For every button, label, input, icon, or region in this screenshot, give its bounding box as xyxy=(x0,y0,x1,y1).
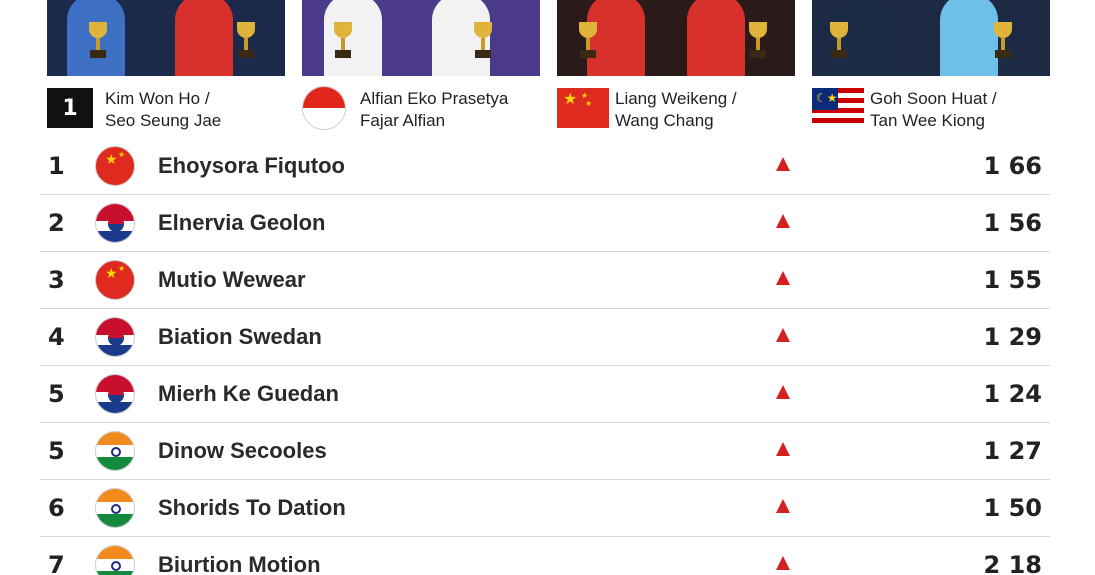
points-value: 1 29 xyxy=(983,323,1042,351)
rank-number: 6 xyxy=(48,494,65,522)
player-name: Dinow Secooles xyxy=(158,438,327,463)
trophy-icon xyxy=(830,22,848,62)
player-name: Mierh Ke Guedan xyxy=(158,381,339,406)
player-name: Ehoysora Fiqutoo xyxy=(158,153,345,178)
rank-number: 1 xyxy=(48,152,65,180)
rank-number: 5 xyxy=(48,437,65,465)
points-value: 2 18 xyxy=(983,551,1042,575)
podium-photo-1 xyxy=(47,0,285,76)
player-name: Tan Wee Kiong xyxy=(870,111,985,130)
player-figure xyxy=(324,0,382,76)
points-value: 1 24 xyxy=(983,380,1042,408)
player-name: Shorids To Dation xyxy=(158,495,346,520)
player-name: Wang Chang xyxy=(615,111,714,130)
player-name: Biurtion Motion xyxy=(158,552,321,575)
trophy-icon xyxy=(237,22,255,62)
podium-rank-badge: 1 xyxy=(47,88,93,128)
indonesia-flag-icon xyxy=(302,86,346,130)
trend-up-icon xyxy=(776,556,790,570)
rankings-list: 1 ★ ★ Ehoysora Fiqutoo 1 66 2 Elnervia Ge… xyxy=(40,138,1050,575)
ranking-row[interactable]: 1 ★ ★ Ehoysora Fiqutoo 1 66 xyxy=(40,138,1050,195)
podium-card-1[interactable]: 1 Kim Won Ho / Seo Seung Jae xyxy=(47,0,287,130)
podium-names: Liang Weikeng / Wang Chang xyxy=(615,88,737,132)
podium-card-2[interactable]: Alfian Eko Prasetya Fajar Alfian xyxy=(302,0,542,130)
podium-photo-3 xyxy=(557,0,795,76)
rank-number: 3 xyxy=(48,266,65,294)
rank-number: 7 xyxy=(48,551,65,575)
player-figure xyxy=(687,0,745,76)
rank-number: 4 xyxy=(48,323,65,351)
korea-flag-icon xyxy=(95,203,135,243)
trophy-icon xyxy=(994,22,1012,62)
trend-up-icon xyxy=(776,328,790,342)
player-figure xyxy=(175,0,233,76)
trophy-icon xyxy=(749,22,767,62)
player-name: Elnervia Geolon xyxy=(158,210,326,235)
ranking-row[interactable]: 5 Mierh Ke Guedan 1 24 xyxy=(40,366,1050,423)
player-name: Seo Seung Jae xyxy=(105,111,222,130)
rank-number: 5 xyxy=(48,380,65,408)
trophy-icon xyxy=(474,22,492,62)
podium-names: Alfian Eko Prasetya Fajar Alfian xyxy=(360,88,508,132)
trophy-icon xyxy=(579,22,597,62)
ranking-row[interactable]: 3 ★ ★ Mutio Wewear 1 55 xyxy=(40,252,1050,309)
podium-card-3[interactable]: ★ ★ ★ Liang Weikeng / Wang Chang xyxy=(557,0,797,130)
player-name: Kim Won Ho / xyxy=(105,89,210,108)
ranking-row[interactable]: 4 Biation Swedan 1 29 xyxy=(40,309,1050,366)
rank-number: 2 xyxy=(48,209,65,237)
player-name: Biation Swedan xyxy=(158,324,322,349)
player-name: Mutio Wewear xyxy=(158,267,306,292)
podium-card-4[interactable]: ☾★ Goh Soon Huat / Tan Wee Kiong xyxy=(812,0,1052,130)
podium-names: Goh Soon Huat / Tan Wee Kiong xyxy=(870,88,997,132)
trend-up-icon xyxy=(776,499,790,513)
trend-up-icon xyxy=(776,442,790,456)
india-flag-icon xyxy=(95,545,135,575)
trend-up-icon xyxy=(776,214,790,228)
podium-header: 1 Kim Won Ho / Seo Seung Jae Alfian Eko … xyxy=(0,0,1095,140)
player-name: Goh Soon Huat / xyxy=(870,89,997,108)
trophy-icon xyxy=(89,22,107,62)
ranking-row[interactable]: 7 Biurtion Motion 2 18 xyxy=(40,537,1050,575)
trend-up-icon xyxy=(776,157,790,171)
points-value: 1 66 xyxy=(983,152,1042,180)
trend-up-icon xyxy=(776,385,790,399)
china-flag-icon: ★ ★ ★ xyxy=(557,88,609,128)
china-flag-icon: ★ ★ xyxy=(95,146,135,186)
points-value: 1 56 xyxy=(983,209,1042,237)
player-name: Liang Weikeng / xyxy=(615,89,737,108)
points-value: 1 27 xyxy=(983,437,1042,465)
china-flag-icon: ★ ★ xyxy=(95,260,135,300)
podium-photo-2 xyxy=(302,0,540,76)
player-figure xyxy=(940,0,998,76)
india-flag-icon xyxy=(95,488,135,528)
ranking-row[interactable]: 6 Shorids To Dation 1 50 xyxy=(40,480,1050,537)
points-value: 1 55 xyxy=(983,266,1042,294)
podium-photo-4 xyxy=(812,0,1050,76)
ranking-row[interactable]: 5 Dinow Secooles 1 27 xyxy=(40,423,1050,480)
korea-flag-icon xyxy=(95,374,135,414)
points-value: 1 50 xyxy=(983,494,1042,522)
player-name: Alfian Eko Prasetya xyxy=(360,89,509,108)
ranking-row[interactable]: 2 Elnervia Geolon 1 56 xyxy=(40,195,1050,252)
india-flag-icon xyxy=(95,431,135,471)
malaysia-flag-icon: ☾★ xyxy=(812,88,864,128)
trend-up-icon xyxy=(776,271,790,285)
podium-names: Kim Won Ho / Seo Seung Jae xyxy=(105,88,221,132)
trophy-icon xyxy=(334,22,352,62)
player-name: Fajar Alfian xyxy=(360,111,446,130)
korea-flag-icon xyxy=(95,317,135,357)
